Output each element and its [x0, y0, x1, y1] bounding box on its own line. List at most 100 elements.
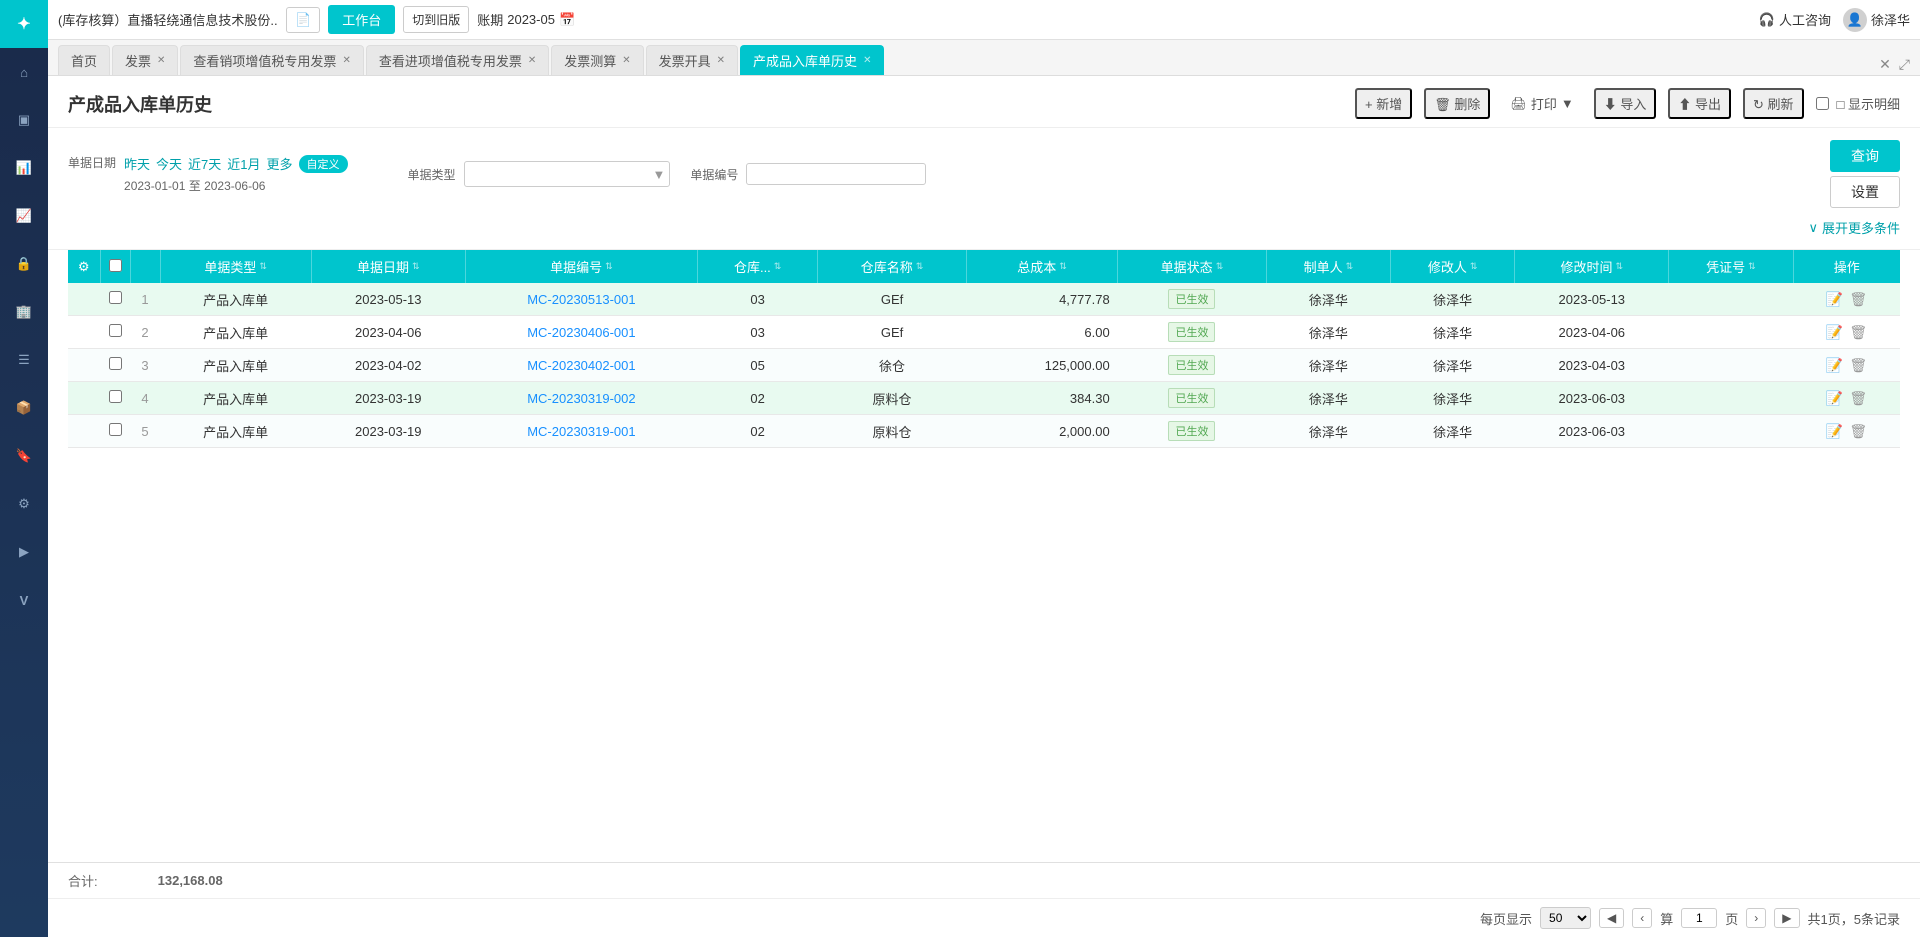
cell-checkbox-1[interactable]	[100, 283, 130, 316]
shortcut-more[interactable]: 更多	[267, 154, 293, 173]
page-number-input[interactable]	[1681, 908, 1717, 928]
delete-icon-3[interactable]: 🗑	[1849, 357, 1867, 374]
delete-icon-1[interactable]: 🗑	[1849, 291, 1867, 308]
shortcut-1month[interactable]: 近1月	[227, 154, 260, 173]
row-checkbox-1[interactable]	[109, 291, 122, 304]
export-button[interactable]: ⬆ 导出	[1668, 88, 1731, 119]
sidebar-item-analysis[interactable]: 📈	[0, 192, 48, 240]
th-modifier[interactable]: 修改人 ⇅	[1391, 250, 1515, 283]
calendar-icon[interactable]: 📅	[559, 12, 575, 28]
display-toggle[interactable]: □ 显示明细	[1816, 94, 1900, 113]
number-filter-input[interactable]	[746, 163, 926, 185]
prev-page-button[interactable]: ‹	[1632, 908, 1652, 928]
sidebar-item-lock[interactable]: 🔒	[0, 240, 48, 288]
first-page-button[interactable]: ◀	[1599, 908, 1624, 928]
th-total-cost[interactable]: 总成本 ⇅	[966, 250, 1117, 283]
per-page-select[interactable]: 10 20 50 100	[1540, 907, 1591, 929]
cell-number-1[interactable]: MC-20230513-001	[465, 283, 697, 316]
sidebar-item-list[interactable]: ☰	[0, 336, 48, 384]
sidebar-item-settings2[interactable]: ⚙	[0, 480, 48, 528]
tab-check-input-vat[interactable]: 查看进项增值税专用发票 ✕	[366, 45, 549, 75]
sidebar-item-v[interactable]: V	[0, 576, 48, 624]
cell-number-5[interactable]: MC-20230319-001	[465, 415, 697, 448]
th-date[interactable]: 单据日期 ⇅	[311, 250, 465, 283]
th-voucher[interactable]: 凭证号 ⇅	[1669, 250, 1793, 283]
delete-icon-2[interactable]: 🗑	[1849, 324, 1867, 341]
tab-invoice-calc-close[interactable]: ✕	[622, 55, 630, 66]
next-page-button[interactable]: ›	[1746, 908, 1766, 928]
delete-button[interactable]: 🗑 删除	[1424, 88, 1490, 119]
cell-number-2[interactable]: MC-20230406-001	[465, 316, 697, 349]
edit-icon-1[interactable]: 📝	[1826, 291, 1843, 308]
delete-icon-4[interactable]: 🗑	[1849, 390, 1867, 407]
select-all-checkbox[interactable]	[109, 259, 122, 272]
th-warehouse-code[interactable]: 仓库... ⇅	[698, 250, 818, 283]
delete-icon-5[interactable]: 🗑	[1849, 423, 1867, 440]
sidebar-item-play[interactable]: ▶	[0, 528, 48, 576]
help-link[interactable]: 🎧 人工咨询	[1759, 10, 1831, 29]
th-checkbox[interactable]	[100, 250, 130, 283]
th-creator[interactable]: 制单人 ⇅	[1266, 250, 1390, 283]
sidebar-item-org[interactable]: 🏢	[0, 288, 48, 336]
last-page-button[interactable]: ▶	[1774, 908, 1799, 928]
tab-invoice-close[interactable]: ✕	[157, 55, 165, 66]
th-modify-time[interactable]: 修改时间 ⇅	[1515, 250, 1669, 283]
set-button[interactable]: 设置	[1830, 176, 1900, 208]
sidebar-item-home[interactable]: ⌂	[0, 48, 48, 96]
print-button[interactable]: 🖨 打印 ▼	[1502, 90, 1581, 117]
sidebar-item-chart[interactable]: 📊	[0, 144, 48, 192]
tab-check-sales-vat-close[interactable]: ✕	[342, 55, 350, 66]
edit-icon-5[interactable]: 📝	[1826, 423, 1843, 440]
shortcut-yesterday[interactable]: 昨天	[124, 154, 150, 173]
sidebar-item-doc[interactable]: ▣	[0, 96, 48, 144]
cell-checkbox-2[interactable]	[100, 316, 130, 349]
th-number[interactable]: 单据编号 ⇅	[465, 250, 697, 283]
tab-invoice-calc[interactable]: 发票测算 ✕	[551, 45, 643, 75]
tab-check-sales-vat[interactable]: 查看销项增值税专用发票 ✕	[180, 45, 363, 75]
row-checkbox-4[interactable]	[109, 390, 122, 403]
new-button[interactable]: + 新增	[1355, 88, 1412, 119]
row-checkbox-3[interactable]	[109, 357, 122, 370]
th-type[interactable]: 单据类型 ⇅	[160, 250, 311, 283]
shortcut-today[interactable]: 今天	[156, 154, 182, 173]
cell-number-3[interactable]: MC-20230402-001	[465, 349, 697, 382]
display-toggle-checkbox[interactable]	[1816, 97, 1829, 110]
sidebar-item-inventory[interactable]: 📦	[0, 384, 48, 432]
user-menu[interactable]: 👤 徐泽华	[1843, 8, 1910, 32]
tab-invoice-open[interactable]: 发票开具 ✕	[646, 45, 738, 75]
tab-product-history[interactable]: 产成品入库单历史 ✕	[740, 45, 884, 75]
th-settings[interactable]: ⚙	[68, 250, 100, 283]
cell-checkbox-5[interactable]	[100, 415, 130, 448]
tab-close-all-icon[interactable]: ✕	[1879, 56, 1891, 73]
cell-number-4[interactable]: MC-20230319-002	[465, 382, 697, 415]
tab-expand-icon[interactable]: ⤢	[1899, 56, 1910, 73]
tab-invoice-open-close[interactable]: ✕	[717, 55, 725, 66]
tab-home[interactable]: 首页	[58, 45, 110, 75]
edit-icon-4[interactable]: 📝	[1826, 390, 1843, 407]
tab-product-history-close[interactable]: ✕	[863, 55, 871, 66]
doc-button[interactable]: 📄	[286, 7, 320, 33]
company-name[interactable]: (库存核算）直播轻绕通信息技术股份... ▼	[58, 10, 278, 29]
app-logo[interactable]: ✦	[0, 0, 48, 48]
edit-icon-2[interactable]: 📝	[1826, 324, 1843, 341]
th-warehouse-name[interactable]: 仓库名称 ⇅	[818, 250, 967, 283]
row-checkbox-2[interactable]	[109, 324, 122, 337]
import-button[interactable]: ⬇ 导入	[1594, 88, 1657, 119]
expand-filter-btn[interactable]: ∨ 展开更多条件	[1808, 218, 1900, 237]
shortcut-7days[interactable]: 近7天	[188, 154, 221, 173]
query-button[interactable]: 查询	[1830, 140, 1900, 172]
type-filter-select[interactable]: 产品入库单	[469, 164, 649, 184]
shortcut-custom[interactable]: 自定义	[299, 155, 348, 173]
sidebar-item-stamp[interactable]: 🔖	[0, 432, 48, 480]
workbench-button[interactable]: 工作台	[328, 5, 395, 34]
refresh-button[interactable]: ↻ 刷新	[1743, 88, 1804, 119]
th-status[interactable]: 单据状态 ⇅	[1118, 250, 1267, 283]
cell-checkbox-4[interactable]	[100, 382, 130, 415]
tab-invoice[interactable]: 发票 ✕	[112, 45, 178, 75]
edit-icon-3[interactable]: 📝	[1826, 357, 1843, 374]
switch-version-button[interactable]: 切到旧版	[403, 6, 469, 33]
tab-check-input-vat-close[interactable]: ✕	[528, 55, 536, 66]
row-checkbox-5[interactable]	[109, 423, 122, 436]
tabbar-actions: ✕ ⤢	[1879, 56, 1910, 75]
cell-checkbox-3[interactable]	[100, 349, 130, 382]
